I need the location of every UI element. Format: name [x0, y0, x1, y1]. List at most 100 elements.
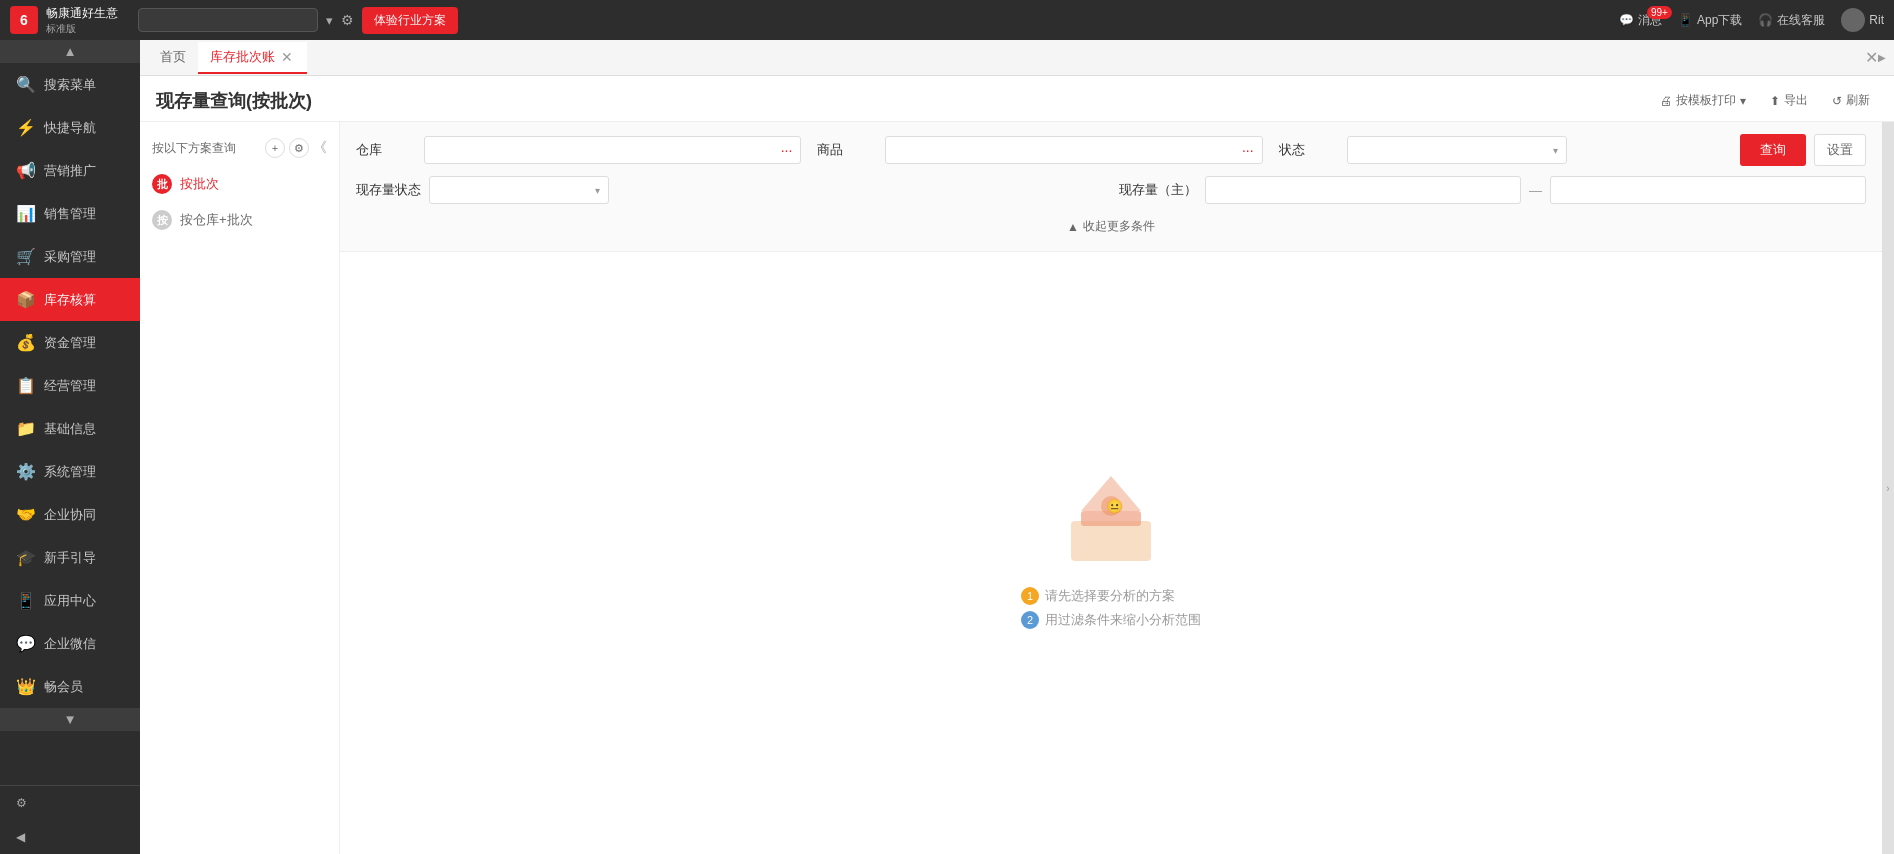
main-layout: ▲ 🔍 搜索菜单 ⚡ 快捷导航 📢 营销推广 📊 销售管理 🛒 采购管理 📦 库… — [0, 40, 1894, 854]
product-input[interactable]: ··· — [885, 136, 1262, 164]
sidebar-item-label-sales: 销售管理 — [44, 205, 96, 223]
sidebar-item-finance[interactable]: 💰 资金管理 — [0, 321, 140, 364]
phone-icon: 📱 — [1678, 13, 1693, 27]
system-icon: ⚙️ — [16, 462, 36, 481]
sidebar-scroll-down[interactable]: ▼ — [0, 708, 140, 731]
sidebar-item-member[interactable]: 👑 畅会员 — [0, 665, 140, 708]
sidebar-item-search[interactable]: 🔍 搜索菜单 — [0, 63, 140, 106]
query-button[interactable]: 查询 — [1740, 134, 1806, 166]
printer-icon: 🖨 — [1660, 94, 1672, 108]
stock-status-select[interactable]: ▾ — [429, 176, 609, 204]
sidebar-item-label-member: 畅会员 — [44, 678, 83, 696]
close-panel-button[interactable]: ✕ — [1865, 48, 1878, 67]
sidebar-collapse-item[interactable]: ◀ — [0, 820, 140, 854]
operations-icon: 📋 — [16, 376, 36, 395]
print-template-btn[interactable]: 🖨 按模板打印 ▾ — [1652, 88, 1754, 113]
try-industry-button[interactable]: 体验行业方案 — [362, 7, 458, 34]
app-info: 畅康通好生意 标准版 — [46, 5, 118, 36]
sidebar-item-label-weixin: 企业微信 — [44, 635, 96, 653]
dropdown-icon[interactable]: ▾ — [326, 13, 333, 28]
tab-bar: 首页 库存批次账 ✕ ✕ ▶ — [140, 40, 1894, 76]
empty-svg-icon: 😐 — [1051, 471, 1171, 571]
warehouse-more-icon[interactable]: ··· — [781, 142, 793, 158]
tab-inventory-batch[interactable]: 库存批次账 ✕ — [198, 42, 307, 74]
sidebar-item-sales[interactable]: 📊 销售管理 — [0, 192, 140, 235]
user-name: Rit — [1869, 13, 1884, 27]
user-item[interactable]: Rit — [1841, 8, 1884, 32]
sidebar-item-newbie[interactable]: 🎓 新手引导 — [0, 536, 140, 579]
filter-panel-header: 按以下方案查询 + ⚙ 《 — [140, 130, 339, 166]
content-body: 按以下方案查询 + ⚙ 《 批 按批次 — [140, 122, 1894, 854]
add-filter-button[interactable]: + — [265, 138, 285, 158]
print-dropdown-icon: ▾ — [1740, 94, 1746, 108]
finance-icon: 💰 — [16, 333, 36, 352]
collapse-more-conditions[interactable]: ▲ 收起更多条件 — [356, 214, 1866, 239]
collapse-filter-button[interactable]: 《 — [313, 139, 327, 157]
tip-num-1: 1 — [1021, 587, 1039, 605]
filter-header-label: 按以下方案查询 — [152, 140, 236, 157]
sidebar-item-label-shortcut: 快捷导航 — [44, 119, 96, 137]
refresh-btn[interactable]: ↺ 刷新 — [1824, 88, 1878, 113]
sidebar-scroll-up[interactable]: ▲ — [0, 40, 140, 63]
basic-icon: 📁 — [16, 419, 36, 438]
sidebar-item-enterprise[interactable]: 🤝 企业协同 — [0, 493, 140, 536]
tab-close-button[interactable]: ✕ — [279, 50, 295, 64]
stock-status-arrow: ▾ — [595, 185, 600, 196]
sidebar-item-label-basic: 基础信息 — [44, 420, 96, 438]
sidebar-item-inventory[interactable]: 📦 库存核算 — [0, 278, 140, 321]
filter-item-by-batch[interactable]: 批 按批次 — [140, 166, 339, 202]
sidebar-item-label-operations: 经营管理 — [44, 377, 96, 395]
settings-button[interactable]: 设置 — [1814, 134, 1866, 166]
sidebar-item-label-appstore: 应用中心 — [44, 592, 96, 610]
right-collapse-handle[interactable]: › — [1882, 122, 1894, 854]
online-service-item[interactable]: 🎧 在线客服 — [1758, 12, 1825, 29]
stock-main-from[interactable] — [1205, 176, 1521, 204]
filter-item-by-batch-label: 按批次 — [180, 175, 219, 193]
query-buttons: 查询 设置 — [1740, 134, 1866, 166]
refresh-label: 刷新 — [1846, 92, 1870, 109]
app-download-item[interactable]: 📱 App下载 — [1678, 12, 1742, 29]
sidebar-item-basic[interactable]: 📁 基础信息 — [0, 407, 140, 450]
weixin-icon: 💬 — [16, 634, 36, 653]
stock-status-field: 现存量状态 ▾ — [356, 176, 1103, 204]
search-icon: 🔍 — [16, 75, 36, 94]
app-title: 畅康通好生意 — [46, 5, 118, 22]
sidebar-item-weixin[interactable]: 💬 企业微信 — [0, 622, 140, 665]
collapse-icon: ◀ — [16, 830, 25, 844]
collapse-more-icon: ▲ — [1067, 220, 1079, 234]
purchase-icon: 🛒 — [16, 247, 36, 266]
tip-num-2: 2 — [1021, 611, 1039, 629]
messages-item[interactable]: 💬 消息 99+ — [1619, 12, 1662, 29]
print-template-label: 按模板打印 — [1676, 92, 1736, 109]
status-select[interactable]: ▾ — [1347, 136, 1567, 164]
export-icon: ⬆ — [1770, 94, 1780, 108]
sidebar-settings-item[interactable]: ⚙ — [0, 786, 140, 820]
search-input[interactable] — [138, 8, 318, 32]
sidebar-item-appstore[interactable]: 📱 应用中心 — [0, 579, 140, 622]
warehouse-input[interactable]: ··· — [424, 136, 801, 164]
filter-item-by-warehouse-batch[interactable]: 按 按仓库+批次 — [140, 202, 339, 238]
batch-icon: 批 — [152, 174, 172, 194]
filter-settings-button[interactable]: ⚙ — [289, 138, 309, 158]
refresh-icon: ↺ — [1832, 94, 1842, 108]
gear-icon[interactable]: ⚙ — [341, 12, 354, 28]
sales-icon: 📊 — [16, 204, 36, 223]
export-btn[interactable]: ⬆ 导出 — [1762, 88, 1816, 113]
empty-tips: 1 请先选择要分析的方案 2 用过滤条件来缩小分析范围 — [1021, 587, 1201, 635]
sidebar-item-shortcut[interactable]: ⚡ 快捷导航 — [0, 106, 140, 149]
product-more-icon[interactable]: ··· — [1242, 142, 1254, 158]
tab-home[interactable]: 首页 — [148, 42, 198, 74]
tab-inventory-batch-label: 库存批次账 — [210, 48, 275, 66]
headset-icon: 🎧 — [1758, 13, 1773, 27]
warehouse-batch-icon: 按 — [152, 210, 172, 230]
sidebar-item-system[interactable]: ⚙️ 系统管理 — [0, 450, 140, 493]
right-handle-icon: › — [1886, 483, 1889, 494]
sidebar-item-marketing[interactable]: 📢 营销推广 — [0, 149, 140, 192]
stock-main-to[interactable] — [1550, 176, 1866, 204]
left-filter-panel: 按以下方案查询 + ⚙ 《 批 按批次 — [140, 122, 340, 854]
sidebar-item-purchase[interactable]: 🛒 采购管理 — [0, 235, 140, 278]
expand-icon[interactable]: ▶ — [1878, 52, 1886, 63]
tip-text-2: 用过滤条件来缩小分析范围 — [1045, 611, 1201, 629]
sidebar-item-operations[interactable]: 📋 经营管理 — [0, 364, 140, 407]
sidebar-item-label-finance: 资金管理 — [44, 334, 96, 352]
